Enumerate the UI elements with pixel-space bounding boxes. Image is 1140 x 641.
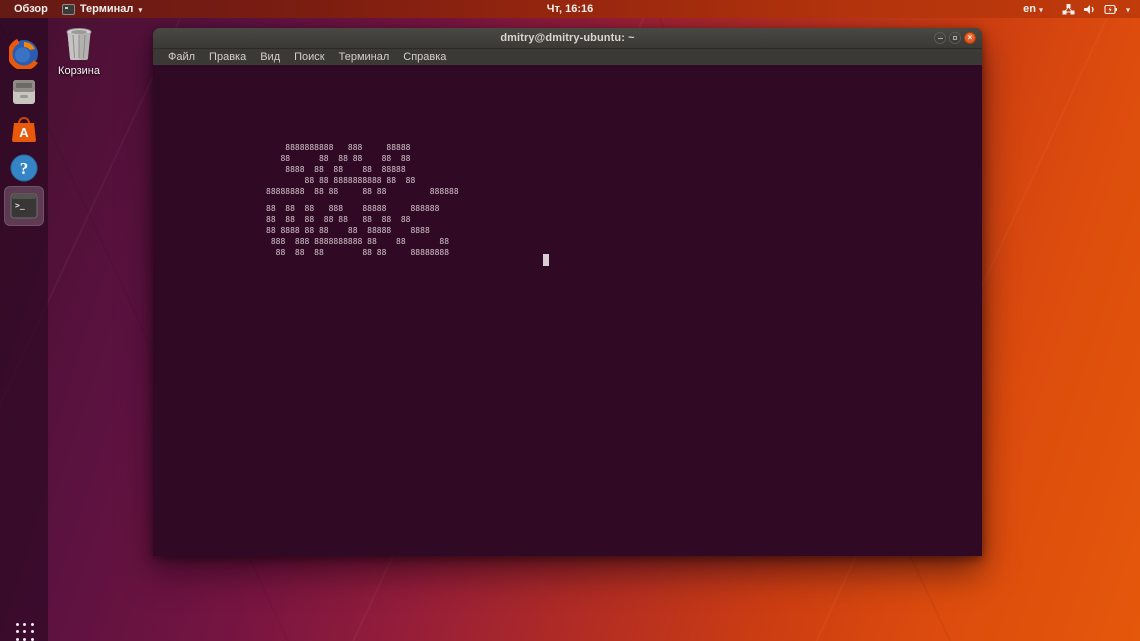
activities-button[interactable]: Обзор <box>14 3 48 15</box>
app-menu-label: Терминал <box>79 3 134 15</box>
dock-item-firefox[interactable] <box>9 39 39 69</box>
app-menu-button[interactable]: Терминал ▾ <box>61 3 143 15</box>
chevron-down-icon: ▾ <box>1038 5 1043 14</box>
trash-icon <box>66 28 92 60</box>
dock-item-files[interactable] <box>9 77 39 107</box>
dock-item-ubuntu-software[interactable]: A <box>9 115 39 145</box>
menu-search[interactable]: Поиск <box>287 51 331 63</box>
menu-file[interactable]: Файл <box>161 51 202 63</box>
terminal-content[interactable]: 8888888888 888 88888 88 88 88 88 88 88 8… <box>153 65 982 556</box>
ubuntu-software-icon: A <box>12 117 36 142</box>
svg-text:>_: >_ <box>15 201 25 210</box>
firefox-icon <box>9 39 39 69</box>
trash-desktop-icon[interactable]: Корзина <box>54 26 104 77</box>
dock: A ? >_ <box>0 18 48 641</box>
terminal-mini-icon <box>61 3 75 15</box>
menu-view[interactable]: Вид <box>253 51 287 63</box>
terminal-cursor <box>543 254 549 266</box>
ascii-art-line2: 88 88 88 888 88888 888888 88 88 88 88 88… <box>266 204 450 257</box>
help-icon: ? <box>10 154 38 182</box>
battery-icon <box>1104 4 1117 14</box>
window-titlebar[interactable]: dmitry@dmitry-ubuntu: ~ × <box>153 28 982 49</box>
volume-icon <box>1083 4 1094 14</box>
svg-text:A: A <box>19 125 29 140</box>
files-icon <box>13 80 35 104</box>
menu-edit[interactable]: Правка <box>202 51 253 63</box>
keyboard-layout-button[interactable]: en ▾ <box>1023 3 1043 15</box>
minimize-button[interactable] <box>934 32 946 44</box>
terminal-window: dmitry@dmitry-ubuntu: ~ × Файл Правка Ви… <box>153 28 982 556</box>
top-bar: Обзор Терминал ▾ Чт, 16:16 en ▾ ▾ <box>0 0 1140 18</box>
ascii-art-line1: 8888888888 888 88888 88 88 88 88 88 88 8… <box>266 143 459 196</box>
clock-button[interactable]: Чт, 16:16 <box>547 3 594 15</box>
menu-help[interactable]: Справка <box>396 51 453 63</box>
network-icon <box>1062 3 1075 14</box>
maximize-button[interactable] <box>949 32 961 44</box>
trash-label: Корзина <box>58 65 100 77</box>
close-button[interactable]: × <box>964 32 976 44</box>
system-status-button[interactable]: ▾ <box>1062 3 1130 15</box>
terminal-icon: >_ <box>10 193 38 219</box>
keyboard-layout-label: en <box>1023 3 1036 15</box>
show-applications-button[interactable] <box>14 621 36 641</box>
svg-text:?: ? <box>20 159 29 178</box>
clock-container: Чт, 16:16 <box>0 3 1140 15</box>
dock-item-help[interactable]: ? <box>9 153 39 183</box>
window-title: dmitry@dmitry-ubuntu: ~ <box>500 32 635 44</box>
terminal-menubar: Файл Правка Вид Поиск Терминал Справка <box>153 49 982 65</box>
chevron-down-icon: ▾ <box>138 5 143 14</box>
chevron-down-icon: ▾ <box>1125 5 1130 14</box>
dock-item-terminal[interactable]: >_ <box>9 191 39 221</box>
menu-terminal[interactable]: Терминал <box>332 51 397 63</box>
